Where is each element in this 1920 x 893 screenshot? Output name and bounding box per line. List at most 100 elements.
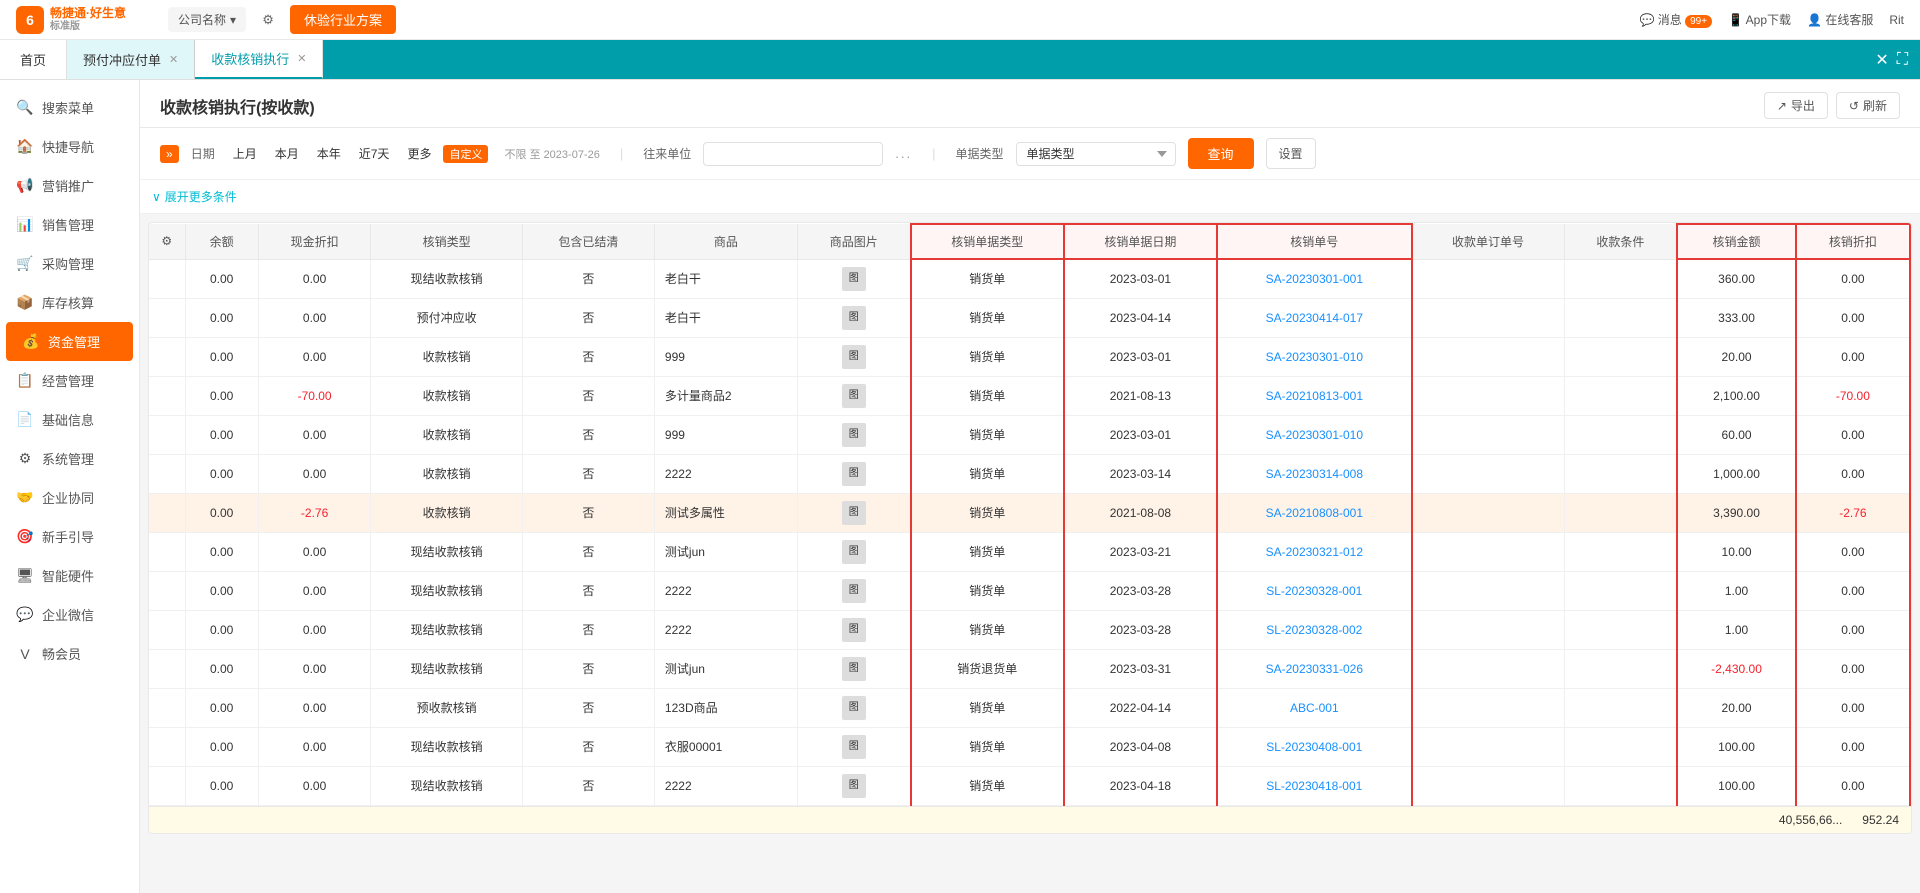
sidebar-item-wechat[interactable]: 💬 企业微信 [0, 595, 139, 634]
table-footer: 40,556,66... 952.24 [149, 806, 1911, 833]
cell-goods: 999 [654, 415, 797, 454]
app-download[interactable]: 📱 App下载 [1728, 11, 1791, 28]
sidebar-item-collab[interactable]: 🤝 企业协同 [0, 478, 139, 517]
cell-writeoff-discount: 0.00 [1796, 610, 1910, 649]
settings-icon[interactable]: ⚙ [254, 6, 282, 34]
query-btn[interactable]: 查询 [1188, 138, 1254, 169]
cell-receipt-order-no [1412, 610, 1564, 649]
table-row: 0.00 0.00 现结收款核销 否 衣服00001 图 销货单 2023-04… [149, 727, 1910, 766]
date-this-year[interactable]: 本年 [311, 143, 347, 164]
writeoff-doc-no-link[interactable]: SA-20230301-010 [1266, 350, 1363, 364]
tab-writeoff[interactable]: 收款核销执行 ✕ [195, 40, 323, 79]
cell-cash-discount: 0.00 [258, 649, 370, 688]
tab-home[interactable]: 首页 [0, 40, 67, 79]
export-btn[interactable]: ↗ 导出 [1764, 92, 1828, 119]
footer-writeoff-discount: 952.24 [1862, 813, 1899, 827]
sidebar-item-guide[interactable]: 🎯 新手引导 [0, 517, 139, 556]
sidebar-item-purchase[interactable]: 🛒 采购管理 [0, 244, 139, 283]
company-selector[interactable]: 公司名称 ▾ [168, 7, 246, 32]
settings-btn[interactable]: 设置 [1266, 138, 1316, 169]
sidebar-item-marketing[interactable]: 📢 营销推广 [0, 166, 139, 205]
sidebar-item-operations[interactable]: 📋 经营管理 [0, 361, 139, 400]
cell-writeoff-amount: 1,000.00 [1677, 454, 1796, 493]
counterparty-input[interactable] [703, 142, 883, 166]
date-filter: 上月 本月 本年 近7天 更多 自定义 [227, 143, 489, 164]
sidebar-item-nav[interactable]: 🏠 快捷导航 [0, 127, 139, 166]
table-row: 0.00 0.00 现结收款核销 否 测试jun 图 销货单 2023-03-2… [149, 532, 1910, 571]
cell-cash-discount: -70.00 [258, 376, 370, 415]
date-custom-btn[interactable]: 自定义 [443, 145, 488, 163]
cell-writeoff-type: 现结收款核销 [371, 649, 523, 688]
sidebar-item-label-hardware: 智能硬件 [42, 566, 94, 585]
cell-row-settings [149, 337, 185, 376]
tab-writeoff-close[interactable]: ✕ [297, 52, 306, 65]
tab-expand-icon[interactable]: ⛶ [1897, 51, 1908, 69]
filter-divider2: | [932, 146, 935, 161]
writeoff-doc-no-link[interactable]: SL-20230328-002 [1266, 623, 1362, 637]
sidebar-item-finance[interactable]: 💰 资金管理 [6, 322, 133, 361]
writeoff-doc-no-link[interactable]: SL-20230408-001 [1266, 740, 1362, 754]
writeoff-doc-no-link[interactable]: SA-20230301-001 [1266, 272, 1363, 286]
receipt-type-select[interactable]: 单据类型 [1016, 142, 1176, 166]
refresh-btn[interactable]: ↺ 刷新 [1836, 92, 1900, 119]
cell-writeoff-doc-no: SL-20230418-001 [1217, 766, 1412, 805]
chevron-down-icon: ▾ [230, 13, 236, 27]
message-icon[interactable]: 💬 消息 99+ [1639, 11, 1712, 28]
cell-goods-image: 图 [797, 688, 910, 727]
cell-receipt-order-no [1412, 532, 1564, 571]
date-this-month[interactable]: 本月 [269, 143, 305, 164]
writeoff-doc-no-link[interactable]: SL-20230418-001 [1266, 779, 1362, 793]
date-7days[interactable]: 近7天 [353, 143, 396, 164]
tab-close-icon[interactable]: ✕ [1875, 50, 1888, 70]
sidebar-item-label-finance: 资金管理 [48, 332, 100, 351]
writeoff-doc-no-link[interactable]: ABC-001 [1290, 701, 1339, 715]
writeoff-doc-no-link[interactable]: SA-20210813-001 [1266, 389, 1363, 403]
online-service[interactable]: 👤 在线客服 [1807, 11, 1873, 28]
sidebar-item-search[interactable]: 🔍 搜索菜单 [0, 88, 139, 127]
date-more[interactable]: 更多 [401, 143, 437, 164]
cell-writeoff-amount: 2,100.00 [1677, 376, 1796, 415]
cell-writeoff-type: 预收款核销 [371, 688, 523, 727]
cell-writeoff-amount: 1.00 [1677, 610, 1796, 649]
cell-writeoff-doc-type: 销货单 [911, 493, 1064, 532]
table-scroll[interactable]: ⚙ 余额 现金折扣 核销类型 包含已结清 商品 商品图片 核销单据类型 核销单据… [149, 223, 1911, 806]
cell-include-cleared: 否 [522, 493, 654, 532]
tab-prepay[interactable]: 预付冲应付单 ✕ [67, 40, 195, 79]
table-row: 0.00 0.00 收款核销 否 2222 图 销货单 2023-03-14 S… [149, 454, 1910, 493]
basic-icon: 📄 [16, 411, 34, 429]
cell-balance: 0.00 [185, 610, 258, 649]
cell-goods-image: 图 [797, 376, 910, 415]
sidebar-item-sales[interactable]: 📊 销售管理 [0, 205, 139, 244]
top-bar: 6 畅捷通·好生意 标准版 公司名称 ▾ ⚙ 休验行业方案 💬 消息 99+ 📱… [0, 0, 1920, 40]
col-balance: 余额 [185, 224, 258, 259]
sidebar-item-hardware[interactable]: 🖥 智能硬件 [0, 556, 139, 595]
cell-writeoff-type: 现结收款核销 [371, 766, 523, 805]
writeoff-doc-no-link[interactable]: SL-20230328-001 [1266, 584, 1362, 598]
cell-row-settings [149, 688, 185, 727]
chevron-down-icon2: ∨ [152, 190, 161, 204]
sidebar-item-label-search: 搜索菜单 [42, 98, 94, 117]
writeoff-doc-no-link[interactable]: SA-20230331-026 [1266, 662, 1363, 676]
cell-writeoff-doc-date: 2023-03-28 [1064, 610, 1217, 649]
sidebar-item-system[interactable]: ⚙ 系统管理 [0, 439, 139, 478]
cell-writeoff-doc-date: 2023-03-28 [1064, 571, 1217, 610]
cell-writeoff-doc-no: SA-20230414-017 [1217, 298, 1412, 337]
sidebar-item-basic[interactable]: 📄 基础信息 [0, 400, 139, 439]
sidebar-item-member[interactable]: V 畅会员 [0, 634, 139, 673]
writeoff-doc-no-link[interactable]: SA-20230321-012 [1266, 545, 1363, 559]
sidebar-item-label-basic: 基础信息 [42, 410, 94, 429]
date-last-month[interactable]: 上月 [227, 143, 263, 164]
industry-btn[interactable]: 休验行业方案 [290, 5, 396, 34]
cell-writeoff-discount: 0.00 [1796, 688, 1910, 727]
writeoff-doc-no-link[interactable]: SA-20230414-017 [1266, 311, 1363, 325]
expand-more-btn[interactable]: ∨ 展开更多条件 [140, 184, 1920, 209]
writeoff-doc-no-link[interactable]: SA-20230314-008 [1266, 467, 1363, 481]
expand-arrow-icon[interactable]: » [160, 145, 179, 163]
writeoff-doc-no-link[interactable]: SA-20230301-010 [1266, 428, 1363, 442]
cell-receipt-order-no [1412, 688, 1564, 727]
cell-writeoff-discount: 0.00 [1796, 532, 1910, 571]
table-header: ⚙ 余额 现金折扣 核销类型 包含已结清 商品 商品图片 核销单据类型 核销单据… [149, 224, 1910, 259]
writeoff-doc-no-link[interactable]: SA-20210808-001 [1266, 506, 1363, 520]
tab-prepay-close[interactable]: ✕ [169, 53, 178, 66]
sidebar-item-inventory[interactable]: 📦 库存核算 [0, 283, 139, 322]
